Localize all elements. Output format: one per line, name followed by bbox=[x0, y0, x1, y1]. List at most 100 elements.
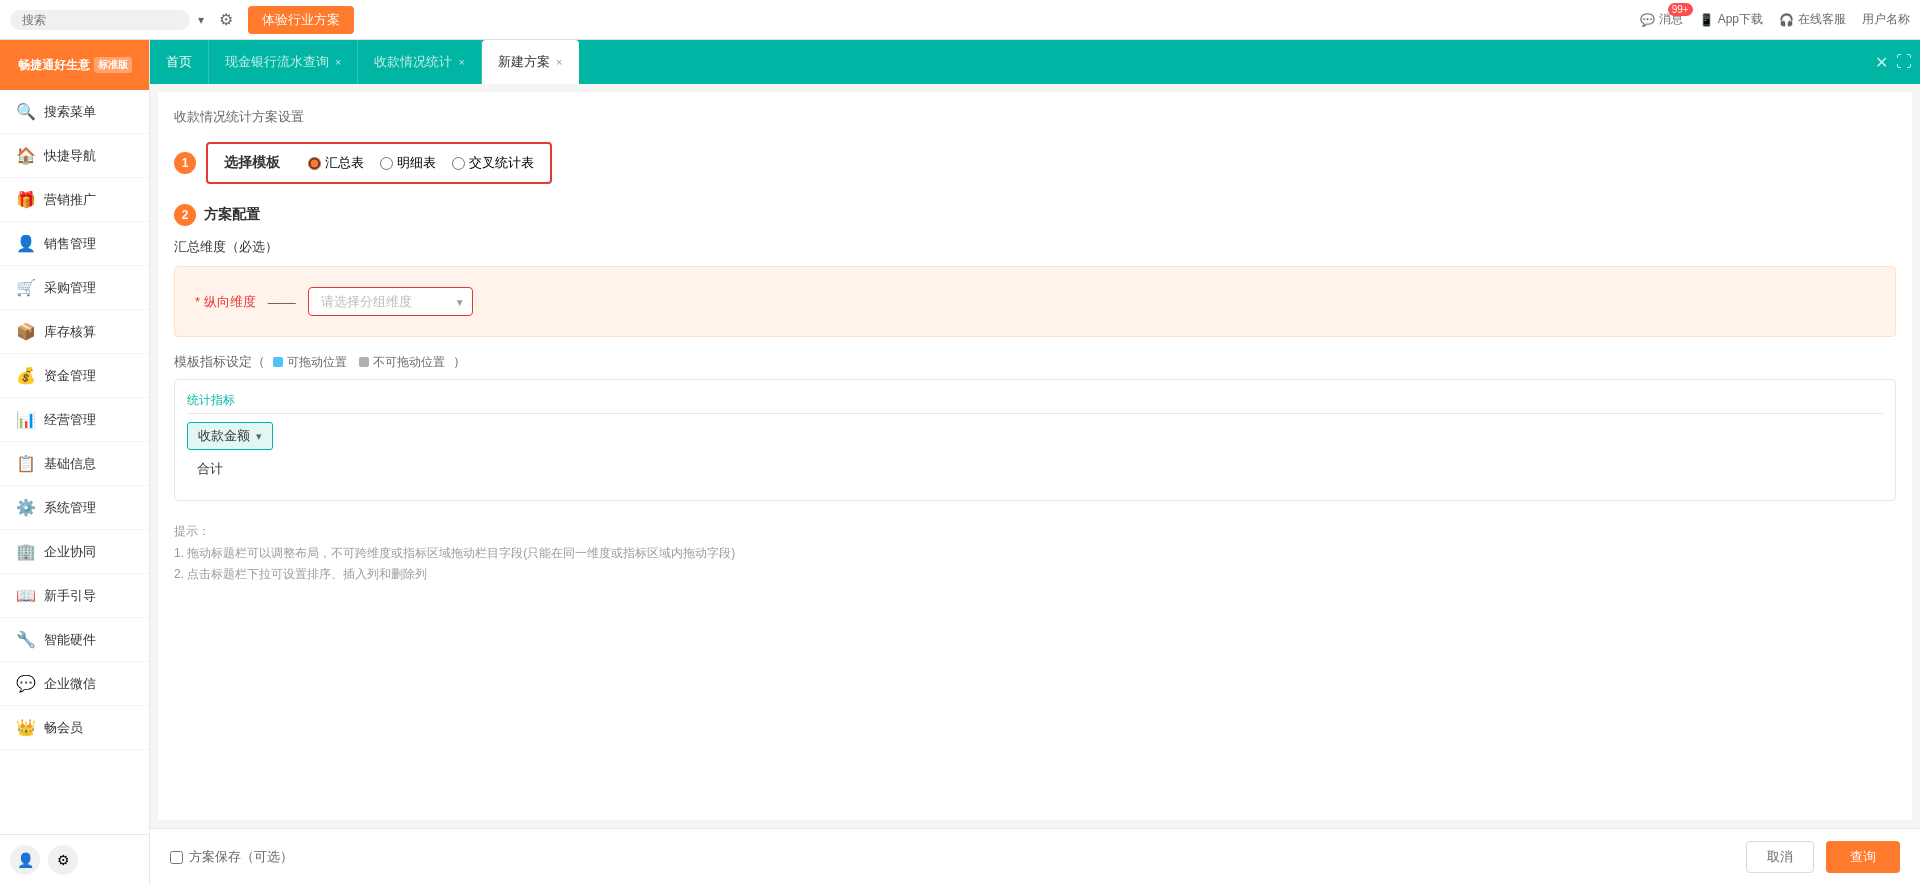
metric-tag-label: 收款金额 bbox=[198, 427, 250, 445]
legend-fixed-label: 不可拖动位置 bbox=[373, 354, 445, 371]
sidebar-item-inventory[interactable]: 📦 库存核算 bbox=[0, 310, 149, 354]
industry-btn[interactable]: 体验行业方案 bbox=[248, 6, 354, 34]
sidebar-item-label: 快捷导航 bbox=[44, 147, 96, 165]
step2-header: 2 方案配置 bbox=[174, 204, 1896, 226]
metrics-section: 模板指标设定（ 可拖动位置 不可拖动位置 bbox=[174, 353, 1896, 501]
sidebar-item-smart-hardware[interactable]: 🔧 智能硬件 bbox=[0, 618, 149, 662]
radio-summary[interactable]: 汇总表 bbox=[308, 154, 364, 172]
sidebar-item-system[interactable]: ⚙️ 系统管理 bbox=[0, 486, 149, 530]
legend-draggable-label: 可拖动位置 bbox=[287, 354, 347, 371]
radio-crosstab-input[interactable] bbox=[452, 157, 465, 170]
sidebar-item-label: 畅会员 bbox=[44, 719, 83, 737]
save-checkbox[interactable] bbox=[170, 851, 183, 864]
message-btn[interactable]: 💬 消息 99+ bbox=[1640, 11, 1683, 28]
step1-label: 选择模板 bbox=[224, 154, 280, 172]
radio-detail-label: 明细表 bbox=[397, 154, 436, 172]
radio-summary-input[interactable] bbox=[308, 157, 321, 170]
metric-total-label: 合计 bbox=[187, 456, 233, 482]
radio-detail[interactable]: 明细表 bbox=[380, 154, 436, 172]
top-bar-left: ▾ ⚙ 体验行业方案 bbox=[10, 6, 1640, 34]
tab-receipts[interactable]: 收款情况统计 × bbox=[358, 40, 481, 84]
dimension-area: 纵向维度 —— 请选择分组维度 bbox=[174, 266, 1896, 337]
tab-receipts-close[interactable]: × bbox=[458, 56, 464, 68]
sidebar-item-label: 搜索菜单 bbox=[44, 103, 96, 121]
sidebar-item-label: 智能硬件 bbox=[44, 631, 96, 649]
sidebar-item-operations[interactable]: 📊 经营管理 bbox=[0, 398, 149, 442]
metrics-header: 模板指标设定（ 可拖动位置 不可拖动位置 bbox=[174, 353, 1896, 371]
tab-receipts-label: 收款情况统计 bbox=[374, 53, 452, 71]
tab-cashflow-close[interactable]: × bbox=[335, 56, 341, 68]
download-btn[interactable]: 📱 App下载 bbox=[1699, 11, 1763, 28]
tab-new-plan-close[interactable]: × bbox=[556, 56, 562, 68]
save-option[interactable]: 方案保存（可选） bbox=[170, 848, 293, 866]
sidebar-item-finance[interactable]: 💰 资金管理 bbox=[0, 354, 149, 398]
service-btn[interactable]: 🎧 在线客服 bbox=[1779, 11, 1846, 28]
metrics-area: 统计指标 收款金额 ▾ 合计 bbox=[174, 379, 1896, 501]
tab-fullscreen-icon[interactable]: ⛶ bbox=[1896, 53, 1912, 71]
tips-title: 提示： bbox=[174, 524, 210, 538]
sidebar-item-search-menu[interactable]: 🔍 搜索菜单 bbox=[0, 90, 149, 134]
sidebar-item-enterprise-wechat[interactable]: 💬 企业微信 bbox=[0, 662, 149, 706]
tab-bar-actions: ✕ ⛶ bbox=[1875, 53, 1920, 72]
sidebar-item-label: 企业协同 bbox=[44, 543, 96, 561]
step1-badge: 1 bbox=[174, 152, 196, 174]
metrics-category-label: 统计指标 bbox=[187, 392, 1883, 414]
service-icon: 🎧 bbox=[1779, 13, 1794, 27]
logo-text: 畅捷通好生意 bbox=[18, 57, 90, 74]
page-footer: 方案保存（可选） 取消 查询 bbox=[150, 828, 1920, 885]
operations-icon: 📊 bbox=[16, 410, 36, 429]
sidebar-item-label: 采购管理 bbox=[44, 279, 96, 297]
tab-new-plan-label: 新建方案 bbox=[498, 53, 550, 71]
metric-tag-receipt-amount[interactable]: 收款金额 ▾ bbox=[187, 422, 273, 450]
tab-new-plan[interactable]: 新建方案 × bbox=[482, 40, 579, 84]
page-content: 收款情况统计方案设置 1 选择模板 汇总表 bbox=[150, 84, 1920, 828]
tab-cashflow[interactable]: 现金银行流水查询 × bbox=[209, 40, 358, 84]
save-label: 方案保存（可选） bbox=[189, 848, 293, 866]
inventory-icon: 📦 bbox=[16, 322, 36, 341]
dimension-arrow: —— bbox=[268, 294, 296, 310]
sidebar-item-label: 资金管理 bbox=[44, 367, 96, 385]
metric-tag-dropdown-icon[interactable]: ▾ bbox=[256, 430, 262, 443]
settings-icon[interactable]: ⚙ bbox=[212, 6, 240, 34]
smart-hardware-icon: 🔧 bbox=[16, 630, 36, 649]
tab-home-label: 首页 bbox=[166, 53, 192, 71]
search-input[interactable] bbox=[10, 10, 190, 30]
radio-group: 汇总表 明细表 交叉统计表 bbox=[308, 154, 534, 172]
download-icon: 📱 bbox=[1699, 13, 1714, 27]
sidebar-item-purchase[interactable]: 🛒 采购管理 bbox=[0, 266, 149, 310]
sidebar: 畅捷通好生意 标准版 🔍 搜索菜单 🏠 快捷导航 🎁 营销推广 👤 销售管理 🛒… bbox=[0, 40, 150, 885]
sidebar-item-label: 企业微信 bbox=[44, 675, 96, 693]
sidebar-item-marketing[interactable]: 🎁 营销推广 bbox=[0, 178, 149, 222]
sidebar-item-label: 基础信息 bbox=[44, 455, 96, 473]
sidebar-item-label: 库存核算 bbox=[44, 323, 96, 341]
tab-close-all-icon[interactable]: ✕ bbox=[1875, 53, 1888, 72]
cancel-button[interactable]: 取消 bbox=[1746, 841, 1814, 873]
content-area: 首页 现金银行流水查询 × 收款情况统计 × 新建方案 × ✕ ⛶ bbox=[150, 40, 1920, 885]
sidebar-item-newbie[interactable]: 📖 新手引导 bbox=[0, 574, 149, 618]
radio-crosstab[interactable]: 交叉统计表 bbox=[452, 154, 534, 172]
metrics-title-end: ） bbox=[453, 353, 466, 371]
dropdown-arrow[interactable]: ▾ bbox=[198, 13, 204, 27]
top-bar-right: 💬 消息 99+ 📱 App下载 🎧 在线客服 用户名称 bbox=[1640, 11, 1910, 28]
sidebar-item-basic-info[interactable]: 📋 基础信息 bbox=[0, 442, 149, 486]
metrics-legend: 可拖动位置 不可拖动位置 bbox=[273, 354, 445, 371]
sidebar-item-sales[interactable]: 👤 销售管理 bbox=[0, 222, 149, 266]
query-button[interactable]: 查询 bbox=[1826, 841, 1900, 873]
quick-nav-icon: 🏠 bbox=[16, 146, 36, 165]
dimension-select[interactable]: 请选择分组维度 bbox=[308, 287, 473, 316]
sidebar-bottom: 👤 ⚙ bbox=[0, 834, 149, 885]
message-badge: 99+ bbox=[1668, 3, 1693, 16]
page-inner: 收款情况统计方案设置 1 选择模板 汇总表 bbox=[158, 92, 1912, 820]
sidebar-item-label: 销售管理 bbox=[44, 235, 96, 253]
sidebar-item-member[interactable]: 👑 畅会员 bbox=[0, 706, 149, 750]
radio-detail-input[interactable] bbox=[380, 157, 393, 170]
sidebar-bottom-icon2[interactable]: ⚙ bbox=[48, 845, 78, 875]
tip-item-2: 2. 点击标题栏下拉可设置排序、插入列和删除列 bbox=[174, 564, 1896, 586]
sidebar-bottom-icon1[interactable]: 👤 bbox=[10, 845, 40, 875]
tips-section: 提示： 1. 拖动标题栏可以调整布局，不可跨维度或指标区域拖动栏目字段(只能在同… bbox=[174, 521, 1896, 586]
sidebar-item-quick-nav[interactable]: 🏠 快捷导航 bbox=[0, 134, 149, 178]
tab-home[interactable]: 首页 bbox=[150, 40, 209, 84]
dimension-row: 纵向维度 —— 请选择分组维度 bbox=[195, 287, 1875, 316]
user-name[interactable]: 用户名称 bbox=[1862, 11, 1910, 28]
sidebar-item-enterprise-coop[interactable]: 🏢 企业协同 bbox=[0, 530, 149, 574]
